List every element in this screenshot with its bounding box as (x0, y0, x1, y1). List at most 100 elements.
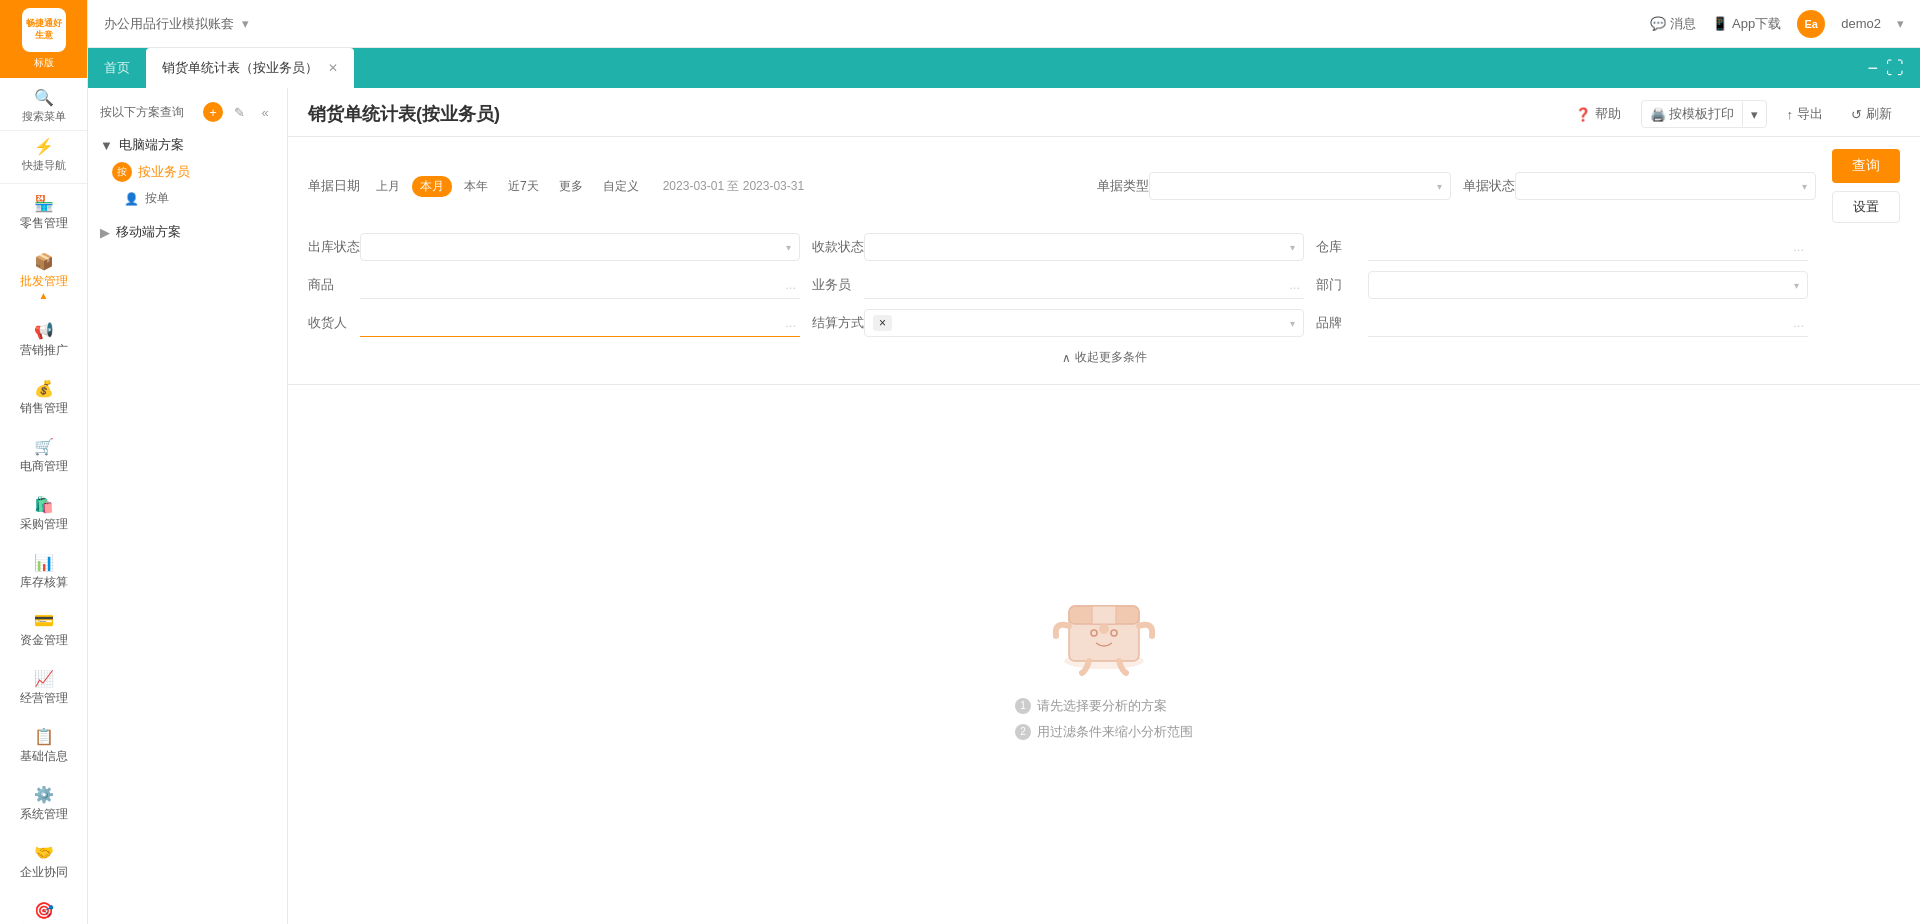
out-status-select[interactable]: ▾ (360, 233, 800, 261)
date-tab-last-month[interactable]: 上月 (368, 176, 408, 197)
print-dropdown-button[interactable]: ▾ (1743, 103, 1766, 126)
warehouse-label: 仓库 (1316, 238, 1368, 256)
sidebar-item-label: 电商管理 (20, 458, 68, 475)
tip-num-1: 1 (1015, 698, 1031, 714)
staff-label: 业务员 (812, 276, 864, 294)
sidebar-item-finance[interactable]: 💳 资金管理 (0, 601, 87, 659)
help-button[interactable]: ❓ 帮助 (1567, 101, 1629, 127)
page-actions: ❓ 帮助 🖨️ 按模板打印 ▾ ↑ 导出 (1567, 100, 1901, 128)
goods-dots-icon[interactable]: ... (785, 277, 796, 292)
tab-home[interactable]: 首页 (88, 48, 146, 88)
warehouse-dots-icon[interactable]: ... (1793, 239, 1804, 254)
dept-arrow-icon: ▾ (1794, 280, 1799, 291)
payment-label: 结算方式 (812, 314, 864, 332)
export-button[interactable]: ↑ 导出 (1779, 101, 1832, 127)
user-name[interactable]: demo2 (1841, 16, 1881, 31)
brand-dots-icon[interactable]: ... (1793, 315, 1804, 330)
left-panel: 按以下方案查询 + ✎ « ▼ 电脑端方案 按 按业务员 (88, 88, 288, 924)
empty-tip-1: 1 请先选择要分析的方案 (1015, 697, 1193, 715)
date-filter-group: 单据日期 上月 本月 本年 近7天 更多 自定义 2023-03-01 至 20… (308, 176, 1085, 197)
collapse-panel-button[interactable]: « (255, 102, 275, 122)
dept-group: 部门 ▾ (1316, 271, 1808, 299)
tab-close-icon[interactable]: ✕ (328, 61, 338, 75)
sidebar-item-label: 采购管理 (20, 516, 68, 533)
staff-input[interactable]: ... (864, 271, 1304, 299)
dept-label: 部门 (1316, 276, 1368, 294)
doc-status-select[interactable]: ▾ (1515, 172, 1816, 200)
settings-button[interactable]: 设置 (1832, 191, 1900, 223)
goods-label: 商品 (308, 276, 360, 294)
payment-arrow-icon: ▾ (1290, 318, 1295, 329)
desktop-scheme-node[interactable]: ▼ 电脑端方案 (88, 132, 287, 158)
date-tab-more[interactable]: 更多 (551, 176, 591, 197)
brand-input[interactable]: ... (1368, 309, 1808, 337)
message-button[interactable]: 💬 消息 (1650, 15, 1696, 33)
operation-icon: 📈 (34, 669, 54, 688)
query-button[interactable]: 查询 (1832, 149, 1900, 183)
desktop-scheme-arrow: ▼ (100, 138, 113, 153)
goods-input[interactable]: ... (360, 271, 800, 299)
refresh-button[interactable]: ↺ 刷新 (1843, 101, 1900, 127)
staff-dots-icon[interactable]: ... (1289, 277, 1300, 292)
collapse-button[interactable]: ∧ 收起更多条件 (1062, 349, 1147, 366)
sidebar-item-marketing[interactable]: 📢 营销推广 (0, 311, 87, 369)
sidebar-item-operation[interactable]: 📈 经营管理 (0, 659, 87, 717)
bystaff-scheme-item[interactable]: 按 按业务员 (88, 158, 287, 186)
payment-select[interactable]: × ▾ (864, 309, 1304, 337)
edit-scheme-button[interactable]: ✎ (229, 102, 249, 122)
payment-tag-close[interactable]: × (879, 316, 886, 330)
sidebar-item-inventory[interactable]: 📊 库存核算 (0, 543, 87, 601)
receipt-status-group: 收款状态 ▾ (812, 233, 1304, 261)
sidebar-item-sales[interactable]: 💰 销售管理 (0, 369, 87, 427)
mobile-scheme-node[interactable]: ▶ 移动端方案 (88, 219, 287, 245)
sidebar-quicknav-item[interactable]: ⚡ 快捷导航 (0, 131, 87, 184)
collapse-row: ∧ 收起更多条件 (308, 343, 1900, 372)
sidebar-item-label: 零售管理 (20, 215, 68, 232)
empty-illustration (1044, 561, 1164, 681)
tab-maximize-icon[interactable]: ⛶ (1886, 58, 1904, 79)
receiver-dots-icon[interactable]: ... (785, 315, 796, 330)
sidebar-item-label: 营销推广 (20, 342, 68, 359)
print-button[interactable]: 🖨️ 按模板打印 (1642, 101, 1742, 127)
left-panel-header: 按以下方案查询 + ✎ « (88, 96, 287, 128)
sidebar-item-enterprise[interactable]: 🤝 企业协同 (0, 833, 87, 891)
sidebar-item-wholesale[interactable]: 📦 批发管理 ▲ (0, 242, 87, 311)
date-tab-7days[interactable]: 近7天 (500, 176, 547, 197)
sidebar-search-item[interactable]: 🔍 搜索菜单 (0, 78, 87, 131)
sidebar-item-system[interactable]: ⚙️ 系统管理 (0, 775, 87, 833)
app-download-button[interactable]: 📱 App下载 (1712, 15, 1781, 33)
receipt-status-select[interactable]: ▾ (864, 233, 1304, 261)
tab-sales-stats[interactable]: 销货单统计表（按业务员） ✕ (146, 48, 354, 88)
byorder-scheme-item[interactable]: 👤 按单 (88, 186, 287, 211)
sidebar-item-basic[interactable]: 📋 基础信息 (0, 717, 87, 775)
bystaff-icon: 按 (112, 162, 132, 182)
avatar[interactable]: Ea (1797, 10, 1825, 38)
sidebar-menu: 🏪 零售管理 📦 批发管理 ▲ 📢 营销推广 💰 销售管理 🛒 电商管理 🛍️ … (0, 184, 87, 924)
filter-row-2: 出库状态 ▾ 收款状态 ▾ 仓库 (308, 233, 1900, 261)
date-tab-this-month[interactable]: 本月 (412, 176, 452, 197)
sidebar-item-ecommerce[interactable]: 🛒 电商管理 (0, 427, 87, 485)
sidebar-item-purchase[interactable]: 🛍️ 采购管理 (0, 485, 87, 543)
message-icon: 💬 (1650, 16, 1666, 31)
tab-expand-button[interactable]: − ⛶ (1867, 58, 1904, 79)
add-scheme-button[interactable]: + (203, 102, 223, 122)
brand-label: 品牌 (1316, 314, 1368, 332)
goods-group: 商品 ... (308, 271, 800, 299)
date-tab-this-year[interactable]: 本年 (456, 176, 496, 197)
quick-nav-label: 快捷导航 (22, 158, 66, 173)
date-tab-custom[interactable]: 自定义 (595, 176, 647, 197)
warehouse-input[interactable]: ... (1368, 233, 1808, 261)
retail-icon: 🏪 (34, 194, 54, 213)
header-dropdown-icon[interactable]: ▾ (242, 16, 249, 31)
app-logo[interactable]: 畅捷通好生意 标版 (0, 0, 87, 78)
doc-type-select[interactable]: ▾ (1149, 172, 1450, 200)
desktop-scheme-section: ▼ 电脑端方案 按 按业务员 👤 按单 (88, 128, 287, 215)
sidebar-item-retail[interactable]: 🏪 零售管理 (0, 184, 87, 242)
tab-minimize-icon[interactable]: − (1867, 58, 1878, 79)
dept-select[interactable]: ▾ (1368, 271, 1808, 299)
receiver-input[interactable]: ... (360, 309, 800, 337)
sidebar-item-label: 销售管理 (20, 400, 68, 417)
sidebar-item-newbie[interactable]: 🎯 新手引导 (0, 891, 87, 924)
user-dropdown-icon[interactable]: ▾ (1897, 16, 1904, 31)
byorder-icon: 👤 (124, 192, 139, 206)
